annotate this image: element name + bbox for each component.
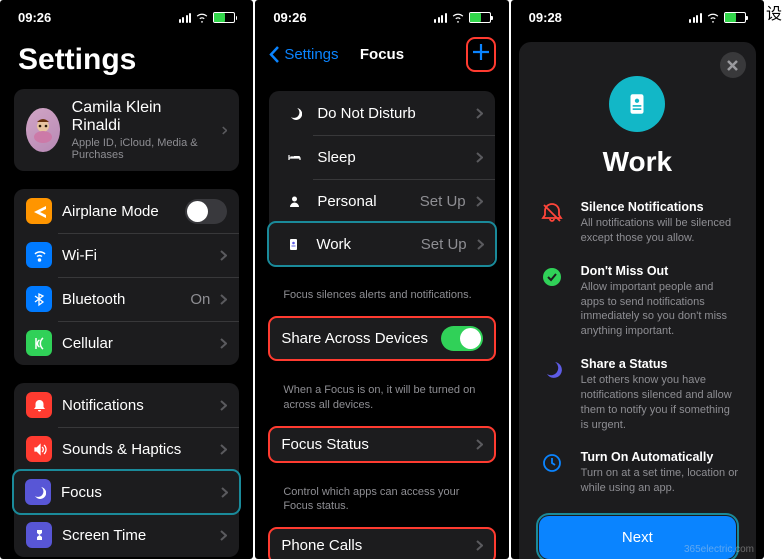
time: 09:26 bbox=[273, 10, 306, 25]
statusbar: 09:28 bbox=[511, 0, 764, 35]
settings-row[interactable]: Airplane Mode bbox=[14, 189, 239, 233]
add-button[interactable] bbox=[467, 38, 495, 71]
chevron-icon bbox=[220, 294, 227, 305]
focus-status-row[interactable]: Focus Status bbox=[269, 427, 494, 462]
share-toggle[interactable] bbox=[441, 326, 483, 351]
work-icon bbox=[609, 76, 665, 132]
bt-icon bbox=[26, 286, 52, 312]
avatar bbox=[26, 108, 60, 152]
chevron-icon bbox=[220, 400, 227, 411]
settings-row[interactable]: Sleep bbox=[269, 135, 494, 179]
setup-modal: Work Silence NotificationsAll notificati… bbox=[519, 42, 756, 559]
modal-title: Work bbox=[537, 146, 738, 178]
footer-text: Focus silences alerts and notifications. bbox=[269, 283, 494, 317]
settings-row[interactable]: PersonalSet Up bbox=[269, 179, 494, 223]
feature-item: Silence NotificationsAll notifications w… bbox=[537, 200, 738, 246]
settings-row[interactable]: Wi-Fi bbox=[14, 233, 239, 277]
bed-icon bbox=[281, 144, 307, 170]
settings-main-screen: 09:26 Settings Camila Klein RinaldiApple… bbox=[0, 0, 253, 559]
chevron-icon bbox=[476, 108, 483, 119]
focus-settings-screen: 09:26 Settings Focus Do Not DisturbSleep… bbox=[255, 0, 508, 559]
profile-sub: Apple ID, iCloud, Media & Purchases bbox=[72, 137, 210, 161]
statusbar: 09:26 bbox=[0, 0, 253, 35]
settings-row[interactable]: WorkSet Up bbox=[268, 222, 495, 266]
chevron-icon bbox=[476, 196, 483, 207]
feature-item: Turn On AutomaticallyTurn on at a set ti… bbox=[537, 450, 738, 496]
chevron-icon bbox=[476, 152, 483, 163]
bell-icon bbox=[26, 392, 52, 418]
settings-row[interactable]: Focus bbox=[13, 470, 240, 514]
close-button[interactable] bbox=[720, 52, 746, 78]
time: 09:28 bbox=[529, 10, 562, 25]
watermark: 365electric.com bbox=[684, 544, 754, 555]
chevron-icon bbox=[221, 487, 228, 498]
chevron-icon bbox=[477, 239, 484, 250]
hour-icon bbox=[26, 522, 52, 548]
settings-row[interactable]: Notifications bbox=[14, 383, 239, 427]
badge-icon bbox=[280, 231, 306, 257]
settings-row[interactable]: Cellular bbox=[14, 321, 239, 365]
chevron-icon bbox=[220, 530, 227, 541]
settings-row[interactable]: Do Not Disturb bbox=[269, 91, 494, 135]
back-button[interactable]: Settings bbox=[269, 46, 338, 63]
feature-item: Share a StatusLet others know you have n… bbox=[537, 357, 738, 432]
work-focus-setup: 09:28 Work Silence NotificationsAll noti… bbox=[511, 0, 764, 559]
share-row[interactable]: Share Across Devices bbox=[269, 317, 494, 360]
page-title: Settings bbox=[14, 35, 239, 89]
chevron-icon bbox=[220, 250, 227, 261]
person-icon bbox=[281, 188, 307, 214]
navbar: Settings Focus bbox=[255, 35, 508, 73]
phone-calls-row[interactable]: Phone Calls bbox=[269, 528, 494, 559]
airplane-icon bbox=[26, 198, 52, 224]
moon-icon bbox=[281, 100, 307, 126]
settings-row[interactable]: Sounds & Haptics bbox=[14, 427, 239, 471]
sound-icon bbox=[26, 436, 52, 462]
profile-name: Camila Klein Rinaldi bbox=[72, 99, 210, 135]
settings-row[interactable]: BluetoothOn bbox=[14, 277, 239, 321]
settings-row[interactable]: Screen Time bbox=[14, 513, 239, 557]
wifi-icon bbox=[26, 242, 52, 268]
toggle[interactable] bbox=[185, 199, 227, 224]
chevron-icon bbox=[220, 444, 227, 455]
feature-item: Don't Miss OutAllow important people and… bbox=[537, 264, 738, 339]
profile-card[interactable]: Camila Klein RinaldiApple ID, iCloud, Me… bbox=[14, 89, 239, 171]
chevron-icon bbox=[222, 125, 227, 136]
cell-icon bbox=[26, 330, 52, 356]
statusbar: 09:26 bbox=[255, 0, 508, 35]
time: 09:26 bbox=[18, 10, 51, 25]
chevron-icon bbox=[220, 338, 227, 349]
moon-icon bbox=[25, 479, 51, 505]
